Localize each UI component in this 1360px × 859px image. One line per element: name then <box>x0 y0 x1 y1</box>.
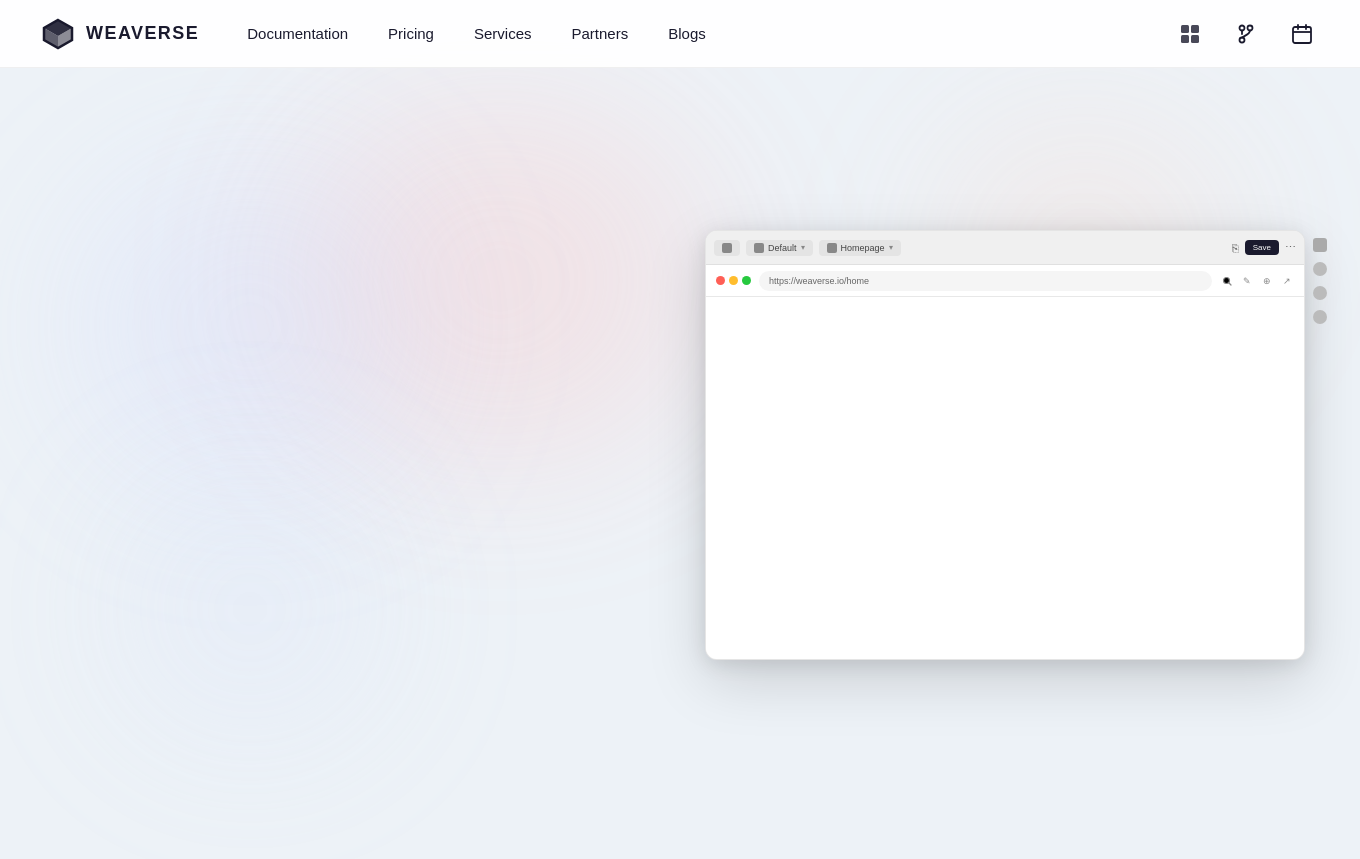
navbar-right <box>1172 16 1320 52</box>
apps-icon <box>1179 23 1201 45</box>
logo-icon <box>40 16 76 52</box>
apps-icon-button[interactable] <box>1172 16 1208 52</box>
browser-tab-default[interactable]: Default ▾ <box>746 240 813 256</box>
hero-section: Default ▾ Homepage ▾ ⎘ Save ⋯ https <box>0 0 1360 859</box>
logo[interactable]: WEAVERSE <box>40 16 199 52</box>
side-panel-icon-2[interactable] <box>1313 262 1327 276</box>
browser-content-area <box>706 297 1304 659</box>
traffic-light-red <box>716 276 725 285</box>
browser-right-panel <box>1310 230 1330 350</box>
traffic-lights <box>716 276 751 285</box>
tab-more-icon[interactable]: ⋯ <box>1285 241 1296 254</box>
browser-address-bar: https://weaverse.io/home ✎ ⊕ ↗ <box>706 265 1304 297</box>
navbar-left: WEAVERSE Documentation Pricing Services … <box>40 16 706 52</box>
logo-text: WEAVERSE <box>86 23 199 44</box>
tab-homepage-label: Homepage <box>841 243 885 253</box>
browser-mockup: Default ▾ Homepage ▾ ⎘ Save ⋯ https <box>705 230 1305 660</box>
fork-icon-button[interactable] <box>1228 16 1264 52</box>
svg-rect-4 <box>1181 25 1189 33</box>
blob-lavender <box>100 459 400 759</box>
svg-rect-5 <box>1191 25 1199 33</box>
edit-icon[interactable]: ✎ <box>1240 274 1254 288</box>
blob-blue <box>50 150 450 500</box>
nav-partners[interactable]: Partners <box>572 25 629 42</box>
nav-services[interactable]: Services <box>474 25 532 42</box>
tab-default-chevron: ▾ <box>801 243 805 252</box>
address-bar-input[interactable]: https://weaverse.io/home <box>759 271 1212 291</box>
tab-homepage-chevron: ▾ <box>889 243 893 252</box>
side-panel-icon-3[interactable] <box>1313 286 1327 300</box>
svg-rect-7 <box>1191 35 1199 43</box>
calendar-icon-button[interactable] <box>1284 16 1320 52</box>
tab-copy-icon[interactable]: ⎘ <box>1232 242 1239 254</box>
browser-tab-homepage[interactable]: Homepage ▾ <box>819 240 901 256</box>
search-icon <box>1222 276 1232 286</box>
tab-favicon <box>722 243 732 253</box>
shield-icon[interactable]: ⊕ <box>1260 274 1274 288</box>
browser-tab-controls: ⎘ Save ⋯ <box>1232 240 1296 255</box>
browser-save-button[interactable]: Save <box>1245 240 1279 255</box>
nav-blogs[interactable]: Blogs <box>668 25 706 42</box>
navbar: WEAVERSE Documentation Pricing Services … <box>0 0 1360 68</box>
side-panel-icon-4[interactable] <box>1313 310 1327 324</box>
traffic-light-green <box>742 276 751 285</box>
nav-links: Documentation Pricing Services Partners … <box>247 25 706 42</box>
share-icon[interactable]: ↗ <box>1280 274 1294 288</box>
address-actions: ✎ ⊕ ↗ <box>1220 274 1294 288</box>
nav-pricing[interactable]: Pricing <box>388 25 434 42</box>
svg-rect-11 <box>1293 27 1311 43</box>
tab-default-label: Default <box>768 243 797 253</box>
traffic-light-yellow <box>729 276 738 285</box>
tab-default-favicon <box>754 243 764 253</box>
side-panel-icon-1[interactable] <box>1313 238 1327 252</box>
svg-rect-6 <box>1181 35 1189 43</box>
calendar-icon <box>1291 23 1313 45</box>
search-addr-icon[interactable] <box>1220 274 1234 288</box>
address-text: https://weaverse.io/home <box>769 276 869 286</box>
browser-tab-bar: Default ▾ Homepage ▾ ⎘ Save ⋯ <box>706 231 1304 265</box>
nav-documentation[interactable]: Documentation <box>247 25 348 42</box>
fork-icon <box>1235 23 1257 45</box>
tab-homepage-favicon <box>827 243 837 253</box>
browser-tab-icon <box>714 240 740 256</box>
